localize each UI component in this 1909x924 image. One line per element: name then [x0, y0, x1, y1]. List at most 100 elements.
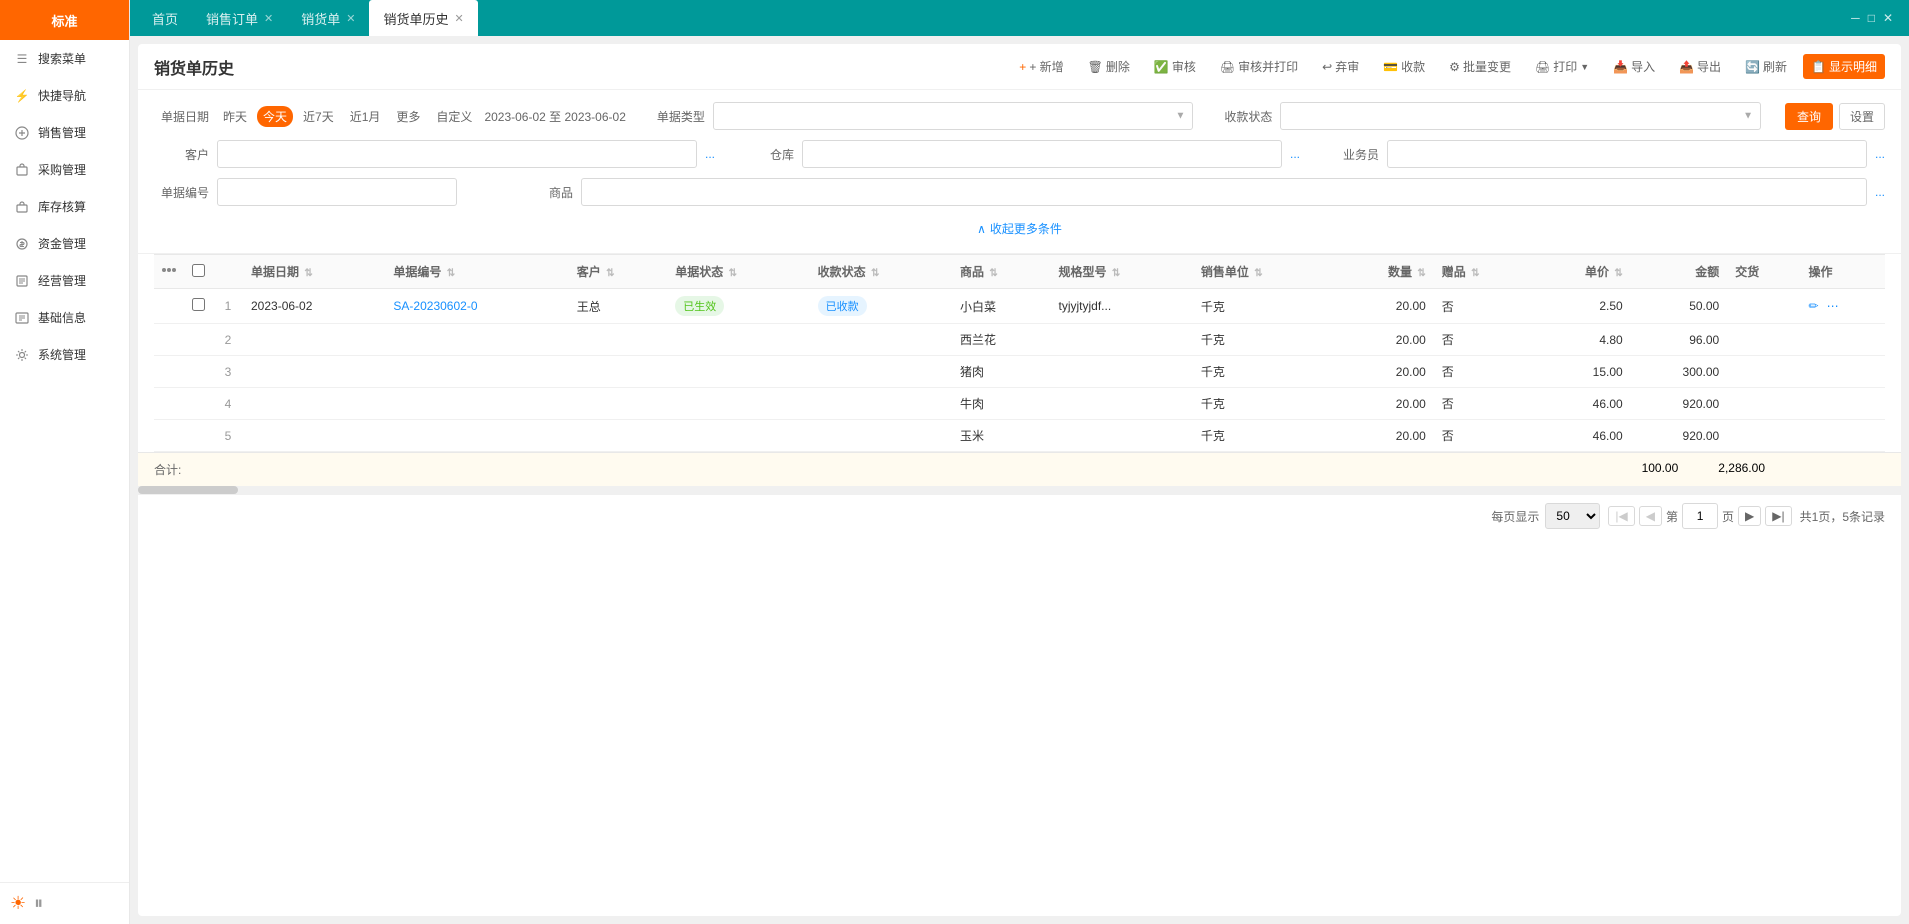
col-goods-header[interactable]: 商品 ⇅	[952, 255, 1050, 289]
sidebar-item-basic-info[interactable]: 基础信息	[0, 299, 129, 336]
sidebar-item-purchase-mgmt[interactable]: 采购管理	[0, 151, 129, 188]
col-actions-label: 操作	[1809, 265, 1833, 279]
nav-tab-sales-history-close[interactable]: ✕	[455, 12, 464, 25]
cell-docdate: 2023-06-02	[243, 289, 385, 324]
row-checkbox[interactable]	[192, 298, 205, 311]
warehouse-ellipsis[interactable]: ...	[1290, 147, 1300, 161]
basic-info-icon	[14, 310, 30, 326]
last-page-button[interactable]: ▶|	[1765, 506, 1791, 526]
col-spec-header[interactable]: 规格型号 ⇅	[1051, 255, 1193, 289]
date-tag-yesterday[interactable]: 昨天	[217, 106, 253, 127]
date-tag-today[interactable]: 今天	[257, 106, 293, 127]
nav-tab-sales-goods[interactable]: 销货单 ✕	[287, 0, 369, 36]
first-page-button[interactable]: |◀	[1608, 506, 1634, 526]
col-collectstatus-header[interactable]: 收款状态 ⇅	[810, 255, 952, 289]
col-docstatus-header[interactable]: 单据状态 ⇅	[667, 255, 809, 289]
goods-ellipsis[interactable]: ...	[1875, 185, 1885, 199]
nav-icon-square[interactable]: □	[1868, 11, 1875, 25]
audit-button[interactable]: ✅ 审核	[1146, 54, 1204, 79]
warehouse-input[interactable]	[802, 140, 1282, 168]
nav-tab-sales-order[interactable]: 销售订单 ✕	[192, 0, 287, 36]
select-all-checkbox[interactable]	[192, 264, 205, 277]
collect-button[interactable]: 💳 收款	[1375, 54, 1433, 79]
doc-type-select[interactable]	[713, 102, 1194, 130]
date-tag-more[interactable]: 更多	[390, 106, 426, 127]
sidebar-item-search-menu[interactable]: ☰ 搜索菜单	[0, 40, 129, 77]
sidebar-item-ops-mgmt[interactable]: 经营管理	[0, 262, 129, 299]
nav-icon-close[interactable]: ✕	[1883, 11, 1893, 25]
collapse-button[interactable]: ∧ 收起更多条件	[154, 216, 1885, 241]
sidebar-bottom-actions: ☀ ⏸	[0, 882, 129, 924]
page-size-dropdown[interactable]: 20 50 100	[1545, 503, 1600, 529]
sidebar-item-quick-nav[interactable]: ⚡ 快捷导航	[0, 77, 129, 114]
sidebar-item-finance-mgmt[interactable]: 资金管理	[0, 225, 129, 262]
doc-no-input[interactable]	[217, 178, 457, 206]
customer-input[interactable]	[217, 140, 697, 168]
col-gift-header[interactable]: 赠品 ⇅	[1434, 255, 1532, 289]
audit-print-button[interactable]: 🖨 审核并打印	[1212, 54, 1306, 79]
sidebar-item-label: 搜索菜单	[38, 50, 86, 67]
sidebar-item-sales-mgmt[interactable]: 销售管理	[0, 114, 129, 151]
col-unitprice-header[interactable]: 单价 ⇅	[1532, 255, 1630, 289]
refresh-button[interactable]: 🔄 刷新	[1737, 54, 1795, 79]
nav-tab-sales-history[interactable]: 销货单历史 ✕	[369, 0, 477, 36]
col-customer-header[interactable]: 客户 ⇅	[569, 255, 667, 289]
top-nav-bar: 首页 销售订单 ✕ 销货单 ✕ 销货单历史 ✕ ─ □ ✕	[130, 0, 1909, 36]
filter-row-3: 单据编号 商品 ...	[154, 178, 1885, 206]
nav-tab-sales-goods-close[interactable]: ✕	[346, 12, 355, 25]
scrollbar-thumb[interactable]	[138, 486, 238, 494]
col-docno-header[interactable]: 单据编号 ⇅	[385, 255, 568, 289]
cell-checkbox[interactable]	[184, 324, 213, 356]
row-action-icons: ✏⋯	[1809, 299, 1877, 313]
cell-unitprice: 2.50	[1532, 289, 1630, 324]
nav-tab-home-label: 首页	[152, 9, 178, 28]
nav-icon-minus[interactable]: ─	[1851, 11, 1860, 25]
doc-no-link[interactable]: SA-20230602-0	[393, 299, 477, 313]
nav-tab-sales-order-close[interactable]: ✕	[264, 12, 273, 25]
abandon-button[interactable]: ↩ 弃审	[1314, 54, 1367, 79]
cell-settings	[154, 356, 184, 388]
query-button[interactable]: 查询	[1785, 103, 1833, 130]
import-button[interactable]: 📥 导入	[1605, 54, 1663, 79]
sidebar-item-sys-mgmt[interactable]: 系统管理	[0, 336, 129, 373]
date-tag-custom[interactable]: 自定义	[430, 106, 478, 127]
col-settings[interactable]	[154, 255, 184, 289]
col-transaction-label: 交货	[1735, 265, 1759, 279]
sidebar-logo: 标准	[0, 0, 129, 40]
setting-button[interactable]: 设置	[1839, 103, 1885, 130]
cell-checkbox[interactable]	[184, 356, 213, 388]
edit-icon[interactable]: ✏	[1809, 299, 1819, 313]
col-docdate-header[interactable]: 单据日期 ⇅	[243, 255, 385, 289]
page-number-input[interactable]	[1682, 503, 1718, 529]
batch-change-button[interactable]: ⚙ 批量变更	[1441, 54, 1519, 79]
col-quantity-header[interactable]: 数量 ⇅	[1335, 255, 1433, 289]
sidebar-item-inventory-calc[interactable]: 库存核算	[0, 188, 129, 225]
next-page-button[interactable]: ▶	[1738, 506, 1761, 526]
scrollbar-area[interactable]	[138, 486, 1901, 494]
more-icon[interactable]: ⋯	[1827, 299, 1839, 313]
collapse-text: 收起更多条件	[990, 220, 1062, 237]
nav-tab-home[interactable]: 首页	[138, 0, 192, 36]
col-salesunit-header[interactable]: 销售单位 ⇅	[1193, 255, 1335, 289]
cell-checkbox[interactable]	[184, 420, 213, 452]
bottom-icon-2[interactable]: ⏸	[34, 893, 43, 914]
customer-ellipsis[interactable]: ...	[705, 147, 715, 161]
delete-button[interactable]: 🗑 删除	[1080, 54, 1138, 79]
cell-checkbox[interactable]	[184, 388, 213, 420]
col-gift-label: 赠品	[1442, 265, 1466, 279]
doc-no-label: 单据编号	[154, 184, 209, 201]
sales-person-ellipsis[interactable]: ...	[1875, 147, 1885, 161]
collect-status-select[interactable]	[1280, 102, 1761, 130]
print-button[interactable]: 🖨 打印 ▼	[1527, 54, 1597, 79]
goods-input[interactable]	[581, 178, 1867, 206]
date-tag-1month[interactable]: 近1月	[344, 106, 387, 127]
col-checkbox-header[interactable]	[184, 255, 213, 289]
display-detail-button[interactable]: 📋 显示明细	[1803, 54, 1885, 79]
date-tag-7days[interactable]: 近7天	[297, 106, 340, 127]
export-button[interactable]: 📤 导出	[1671, 54, 1729, 79]
new-button[interactable]: + + 新增	[1011, 54, 1071, 79]
sales-person-input[interactable]	[1387, 140, 1867, 168]
prev-page-button[interactable]: ◀	[1639, 506, 1662, 526]
cell-checkbox[interactable]	[184, 289, 213, 324]
bottom-icon-1[interactable]: ☀	[10, 893, 26, 914]
